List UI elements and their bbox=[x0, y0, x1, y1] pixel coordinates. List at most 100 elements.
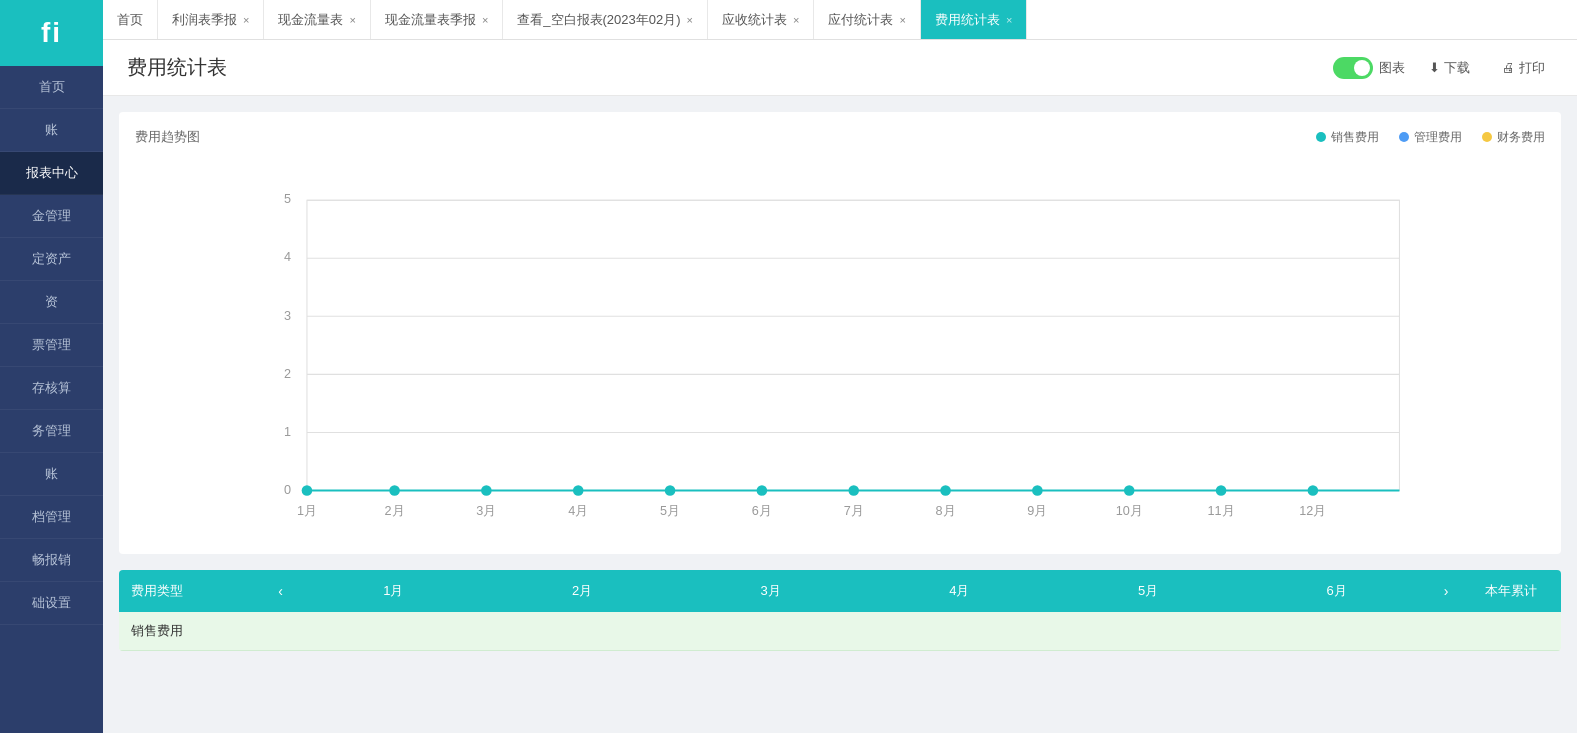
svg-point-24 bbox=[1308, 485, 1319, 496]
sidebar-item-home[interactable]: 首页 bbox=[0, 66, 103, 109]
sidebar-item-account[interactable]: 账 bbox=[0, 109, 103, 152]
svg-rect-12 bbox=[307, 200, 1400, 490]
svg-point-21 bbox=[1032, 485, 1043, 496]
svg-text:11月: 11月 bbox=[1208, 504, 1235, 518]
tab-home-label: 首页 bbox=[117, 11, 143, 29]
svg-point-20 bbox=[940, 485, 951, 496]
tab-profit[interactable]: 利润表季报 × bbox=[158, 0, 264, 40]
main-content: 首页 利润表季报 × 现金流量表 × 现金流量表季报 × 查看_空白报表(202… bbox=[103, 0, 1577, 733]
table-col-month-5: 5月 bbox=[1054, 570, 1243, 612]
legend-item-sales: 销售费用 bbox=[1316, 129, 1379, 146]
table-cell-sales-1 bbox=[299, 612, 488, 650]
table-col-cumulative: 本年累计 bbox=[1461, 570, 1561, 612]
tab-expense-close[interactable]: × bbox=[1006, 14, 1012, 26]
chart-container: 0 1 2 3 4 5 bbox=[135, 158, 1545, 538]
page-header: 费用统计表 图表 ⬇ 下载 🖨 打印 bbox=[103, 40, 1577, 96]
table-col-month-3: 3月 bbox=[676, 570, 865, 612]
tab-blank-label: 查看_空白报表(2023年02月) bbox=[517, 11, 680, 29]
sidebar-item-cashmanage[interactable]: 金管理 bbox=[0, 195, 103, 238]
table-row-sales: 销售费用 bbox=[119, 612, 1561, 651]
tab-receivable[interactable]: 应收统计表 × bbox=[708, 0, 814, 40]
tab-expense[interactable]: 费用统计表 × bbox=[921, 0, 1027, 40]
svg-point-17 bbox=[665, 485, 676, 496]
col-type-label: 费用类型 bbox=[131, 582, 183, 600]
tab-profit-label: 利润表季报 bbox=[172, 11, 237, 29]
tab-cashflow-label: 现金流量表 bbox=[278, 11, 343, 29]
chart-toggle-label: 图表 bbox=[1379, 59, 1405, 77]
tab-cashflowq-close[interactable]: × bbox=[482, 14, 488, 26]
print-button[interactable]: 🖨 打印 bbox=[1494, 55, 1553, 81]
download-label: 下载 bbox=[1444, 59, 1470, 77]
svg-text:6月: 6月 bbox=[752, 504, 772, 518]
chart-toggle-wrap: 图表 bbox=[1333, 57, 1405, 79]
svg-text:4: 4 bbox=[284, 250, 291, 264]
table-col-month-4: 4月 bbox=[865, 570, 1054, 612]
table-col-month-2: 2月 bbox=[488, 570, 677, 612]
sidebar-item-taskmanage[interactable]: 务管理 bbox=[0, 410, 103, 453]
svg-text:12月: 12月 bbox=[1299, 504, 1326, 518]
svg-point-16 bbox=[573, 485, 584, 496]
tab-blank[interactable]: 查看_空白报表(2023年02月) × bbox=[503, 0, 708, 40]
svg-point-15 bbox=[481, 485, 492, 496]
svg-text:5: 5 bbox=[284, 192, 291, 206]
svg-text:1: 1 bbox=[284, 425, 291, 439]
tabs-bar: 首页 利润表季报 × 现金流量表 × 现金流量表季报 × 查看_空白报表(202… bbox=[103, 0, 1577, 40]
tab-payable-label: 应付统计表 bbox=[828, 11, 893, 29]
table-col-month-1: 1月 bbox=[299, 570, 488, 612]
sidebar-item-filemanage[interactable]: 档管理 bbox=[0, 496, 103, 539]
svg-text:4月: 4月 bbox=[568, 504, 588, 518]
app-logo: fi bbox=[0, 0, 103, 66]
legend-label-admin: 管理费用 bbox=[1414, 129, 1462, 146]
tab-cashflowq-label: 现金流量表季报 bbox=[385, 11, 476, 29]
tab-receivable-close[interactable]: × bbox=[793, 14, 799, 26]
table-cell-sales-cumulative bbox=[1461, 612, 1561, 650]
tab-profit-close[interactable]: × bbox=[243, 14, 249, 26]
table-cell-sales-4 bbox=[865, 612, 1054, 650]
tab-cashflow-close[interactable]: × bbox=[349, 14, 355, 26]
svg-text:7月: 7月 bbox=[844, 504, 864, 518]
sidebar-item-reports[interactable]: 报表中心 bbox=[0, 152, 103, 195]
svg-text:2: 2 bbox=[284, 367, 291, 381]
table-nav-next[interactable]: › bbox=[1440, 583, 1453, 599]
page-content: 费用统计表 图表 ⬇ 下载 🖨 打印 费用趋势图 bbox=[103, 40, 1577, 733]
legend-item-admin: 管理费用 bbox=[1399, 129, 1462, 146]
legend-dot-admin bbox=[1399, 132, 1409, 142]
table-cell-type-sales: 销售费用 bbox=[119, 612, 299, 650]
svg-point-23 bbox=[1216, 485, 1227, 496]
legend-label-finance: 财务费用 bbox=[1497, 129, 1545, 146]
chart-toggle[interactable] bbox=[1333, 57, 1373, 79]
table-cell-sales-6 bbox=[1242, 612, 1431, 650]
sidebar-item-inventory[interactable]: 存核算 bbox=[0, 367, 103, 410]
tab-payable[interactable]: 应付统计表 × bbox=[814, 0, 920, 40]
sidebar-item-payable[interactable]: 账 bbox=[0, 453, 103, 496]
sidebar-item-basesettings[interactable]: 础设置 bbox=[0, 582, 103, 625]
chart-svg: 0 1 2 3 4 5 bbox=[135, 158, 1545, 538]
tab-home[interactable]: 首页 bbox=[103, 0, 158, 40]
svg-text:0: 0 bbox=[284, 483, 291, 497]
svg-text:3月: 3月 bbox=[476, 504, 496, 518]
legend-item-finance: 财务费用 bbox=[1482, 129, 1545, 146]
svg-text:9月: 9月 bbox=[1027, 504, 1047, 518]
chart-title: 费用趋势图 bbox=[135, 128, 200, 146]
tab-blank-close[interactable]: × bbox=[687, 14, 693, 26]
download-button[interactable]: ⬇ 下载 bbox=[1421, 55, 1478, 81]
chart-header: 费用趋势图 销售费用 管理费用 财务费用 bbox=[135, 128, 1545, 146]
table-cell-sales-3 bbox=[676, 612, 865, 650]
legend-label-sales: 销售费用 bbox=[1331, 129, 1379, 146]
chart-section: 费用趋势图 销售费用 管理费用 财务费用 bbox=[119, 112, 1561, 554]
tab-payable-close[interactable]: × bbox=[899, 14, 905, 26]
tab-cashflow[interactable]: 现金流量表 × bbox=[264, 0, 370, 40]
svg-text:2月: 2月 bbox=[385, 504, 405, 518]
tab-cashflowq[interactable]: 现金流量表季报 × bbox=[371, 0, 503, 40]
sidebar-item-funds[interactable]: 资 bbox=[0, 281, 103, 324]
tab-receivable-label: 应收统计表 bbox=[722, 11, 787, 29]
tab-expense-label: 费用统计表 bbox=[935, 11, 1000, 29]
sidebar-item-fixedassets[interactable]: 定资产 bbox=[0, 238, 103, 281]
svg-point-13 bbox=[302, 485, 313, 496]
print-label: 打印 bbox=[1519, 59, 1545, 77]
table-nav-prev[interactable]: ‹ bbox=[274, 583, 287, 599]
sidebar-item-invoicemanage[interactable]: 票管理 bbox=[0, 324, 103, 367]
sidebar-item-smoothcancel[interactable]: 畅报销 bbox=[0, 539, 103, 582]
svg-text:3: 3 bbox=[284, 309, 291, 323]
download-icon: ⬇ bbox=[1429, 60, 1440, 75]
